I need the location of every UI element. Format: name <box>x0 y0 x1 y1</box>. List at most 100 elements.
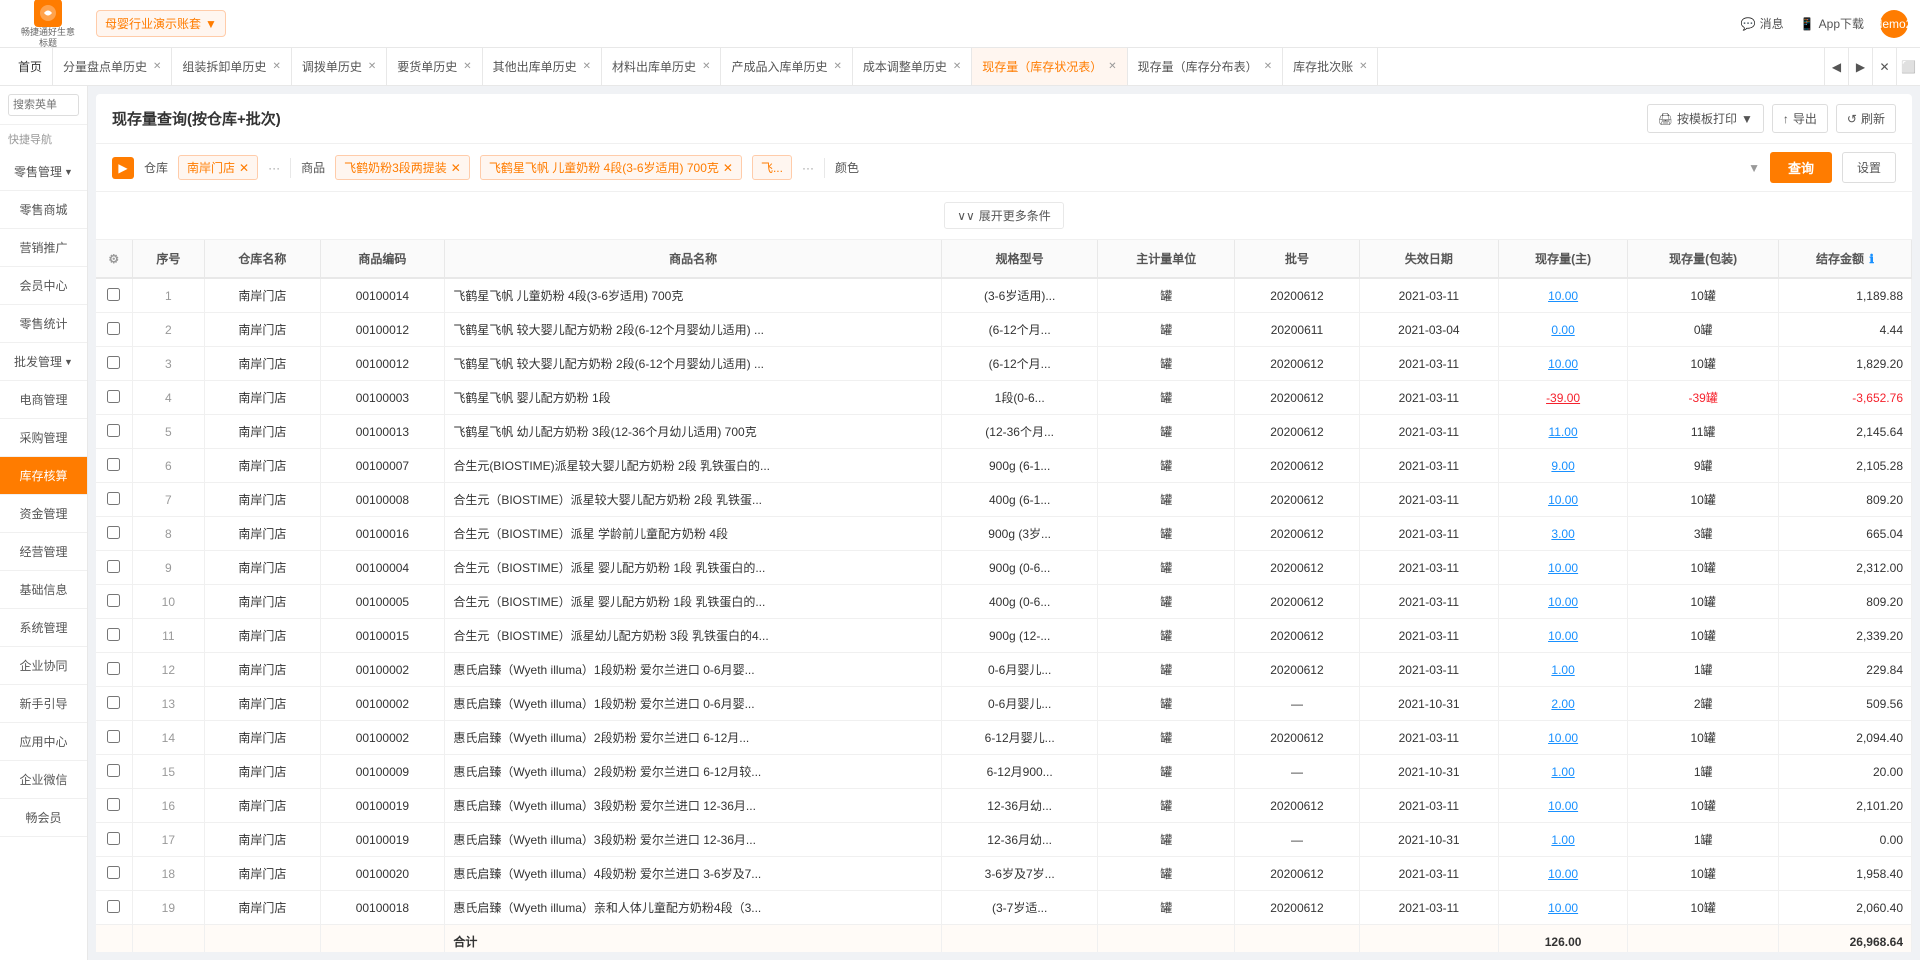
product-tag-0-close[interactable]: ✕ <box>451 161 461 175</box>
tab-close-stock-status[interactable]: ✕ <box>1108 61 1116 72</box>
tab-close-disassemble[interactable]: ✕ <box>272 61 280 72</box>
tab-stock-distribute[interactable]: 现存量（库存分布表） ✕ <box>1128 48 1283 86</box>
tab-close-all[interactable]: ✕ <box>1872 48 1896 86</box>
sidebar-item-system[interactable]: 系统管理 <box>0 609 87 647</box>
sidebar-item-purchase[interactable]: 采购管理 <box>0 419 87 457</box>
expand-filter-button[interactable]: ▶ <box>112 157 134 179</box>
template-print-button[interactable]: 🖨 按模板打印 ▼ <box>1647 104 1764 133</box>
tag-close-icon[interactable]: ✕ <box>239 161 249 175</box>
product-tag-0[interactable]: 飞鹤奶粉3段两提装 ✕ <box>335 155 470 180</box>
sidebar-item-marketing[interactable]: 营销推广 <box>0 229 87 267</box>
row-qty[interactable]: 0.00 <box>1498 313 1627 347</box>
tab-prev-arrow[interactable]: ◀ <box>1824 48 1848 86</box>
tab-close-product-in[interactable]: ✕ <box>833 61 841 72</box>
tab-stock-status[interactable]: 现存量（库存状况表） ✕ <box>972 48 1127 86</box>
tab-cost-adjust[interactable]: 成本调整单历史 ✕ <box>853 48 972 86</box>
warehouse-tag[interactable]: 南岸门店 ✕ <box>178 155 258 180</box>
messages-button[interactable]: 💬 消息 <box>1741 15 1784 32</box>
tab-close-stock-distribute[interactable]: ✕ <box>1264 61 1272 72</box>
color-dropdown-arrow[interactable]: ▼ <box>1748 161 1760 175</box>
row-checkbox[interactable] <box>96 789 132 823</box>
row-checkbox[interactable] <box>96 278 132 313</box>
row-qty[interactable]: 1.00 <box>1498 755 1627 789</box>
product-tag-1[interactable]: 飞鹤星飞帆 儿童奶粉 4段(3-6岁适用) 700克 ✕ <box>480 155 742 180</box>
search-input[interactable] <box>8 94 79 116</box>
row-checkbox[interactable] <box>96 653 132 687</box>
row-checkbox[interactable] <box>96 517 132 551</box>
app-download-button[interactable]: 📱 App下载 <box>1800 15 1864 32</box>
product-tag-1-close[interactable]: ✕ <box>723 161 733 175</box>
sidebar-item-guide[interactable]: 新手引导 <box>0 685 87 723</box>
row-checkbox[interactable] <box>96 415 132 449</box>
row-checkbox[interactable] <box>96 891 132 925</box>
row-qty[interactable]: 10.00 <box>1498 721 1627 755</box>
row-qty[interactable]: 9.00 <box>1498 449 1627 483</box>
row-qty[interactable]: 3.00 <box>1498 517 1627 551</box>
row-qty[interactable]: 10.00 <box>1498 585 1627 619</box>
row-checkbox[interactable] <box>96 449 132 483</box>
row-checkbox[interactable] <box>96 755 132 789</box>
row-checkbox[interactable] <box>96 483 132 517</box>
query-button[interactable]: 查询 <box>1770 152 1832 183</box>
row-qty[interactable]: 10.00 <box>1498 483 1627 517</box>
tab-close-other-out[interactable]: ✕ <box>583 61 591 72</box>
row-checkbox[interactable] <box>96 347 132 381</box>
sidebar-item-retail-mgmt[interactable]: 零售管理 ▼ <box>0 153 87 191</box>
tab-close-split[interactable]: ✕ <box>153 61 161 72</box>
tab-product-in[interactable]: 产成品入库单历史 ✕ <box>721 48 852 86</box>
row-qty[interactable]: 10.00 <box>1498 278 1627 313</box>
row-qty[interactable]: 10.00 <box>1498 789 1627 823</box>
warehouse-more-icon[interactable]: ··· <box>268 161 280 175</box>
sidebar-item-retail-store[interactable]: 零售商城 <box>0 191 87 229</box>
row-qty[interactable]: -39.00 <box>1498 381 1627 415</box>
row-checkbox[interactable] <box>96 857 132 891</box>
col-settings[interactable]: ⚙ <box>96 240 132 278</box>
tab-disassemble[interactable]: 组装拆卸单历史 ✕ <box>172 48 291 86</box>
tab-batch-ledger[interactable]: 库存批次账 ✕ <box>1283 48 1378 86</box>
sidebar-item-enterprise[interactable]: 企业协同 <box>0 647 87 685</box>
sidebar-item-wholesale[interactable]: 批发管理 ▼ <box>0 343 87 381</box>
sidebar-item-finance[interactable]: 资金管理 <box>0 495 87 533</box>
tab-close-cost-adjust[interactable]: ✕ <box>953 61 961 72</box>
export-button[interactable]: ↑ 导出 <box>1772 104 1828 133</box>
row-qty[interactable]: 11.00 <box>1498 415 1627 449</box>
tab-home[interactable]: 首页 <box>8 48 53 86</box>
row-qty[interactable]: 10.00 <box>1498 857 1627 891</box>
product-more-icon[interactable]: ··· <box>802 161 814 175</box>
tab-close-order[interactable]: ✕ <box>463 61 471 72</box>
tab-split-inventory[interactable]: 分量盘点单历史 ✕ <box>53 48 172 86</box>
row-qty[interactable]: 10.00 <box>1498 347 1627 381</box>
row-checkbox[interactable] <box>96 619 132 653</box>
row-qty[interactable]: 10.00 <box>1498 619 1627 653</box>
sidebar-item-inventory[interactable]: 库存核算 <box>0 457 87 495</box>
tab-next-arrow[interactable]: ▶ <box>1848 48 1872 86</box>
row-checkbox[interactable] <box>96 585 132 619</box>
row-qty[interactable]: 1.00 <box>1498 653 1627 687</box>
table-container[interactable]: ⚙ 序号 仓库名称 商品编码 商品名称 规格型号 主计量单位 批号 失效日期 现… <box>96 240 1912 952</box>
settings-icon[interactable]: ⚙ <box>108 252 119 266</box>
row-checkbox[interactable] <box>96 381 132 415</box>
row-qty[interactable]: 1.00 <box>1498 823 1627 857</box>
row-checkbox[interactable] <box>96 687 132 721</box>
tab-close-batch-ledger[interactable]: ✕ <box>1359 61 1367 72</box>
row-qty[interactable]: 2.00 <box>1498 687 1627 721</box>
expand-more-button[interactable]: ∨∨ 展开更多条件 <box>944 202 1064 229</box>
sidebar-item-ecommerce[interactable]: 电商管理 <box>0 381 87 419</box>
sidebar-item-retail-stats[interactable]: 零售统计 <box>0 305 87 343</box>
sidebar-item-operations[interactable]: 经营管理 <box>0 533 87 571</box>
tab-other-out[interactable]: 其他出库单历史 ✕ <box>483 48 602 86</box>
product-tag-more[interactable]: 飞... <box>752 155 792 180</box>
sidebar-item-member[interactable]: 会员中心 <box>0 267 87 305</box>
row-qty[interactable]: 10.00 <box>1498 551 1627 585</box>
row-checkbox[interactable] <box>96 721 132 755</box>
tab-close-material-out[interactable]: ✕ <box>702 61 710 72</box>
tab-order[interactable]: 要货单历史 ✕ <box>387 48 482 86</box>
amount-info-icon[interactable]: ℹ <box>1869 252 1874 266</box>
settings-button[interactable]: 设置 <box>1842 152 1896 183</box>
sidebar-item-vip[interactable]: 畅会员 <box>0 799 87 837</box>
avatar[interactable]: demo2 <box>1880 10 1908 38</box>
tab-close-mix[interactable]: ✕ <box>368 61 376 72</box>
row-qty[interactable]: 10.00 <box>1498 891 1627 925</box>
tab-maximize[interactable]: ⬜ <box>1896 48 1920 86</box>
sidebar-item-app-center[interactable]: 应用中心 <box>0 723 87 761</box>
